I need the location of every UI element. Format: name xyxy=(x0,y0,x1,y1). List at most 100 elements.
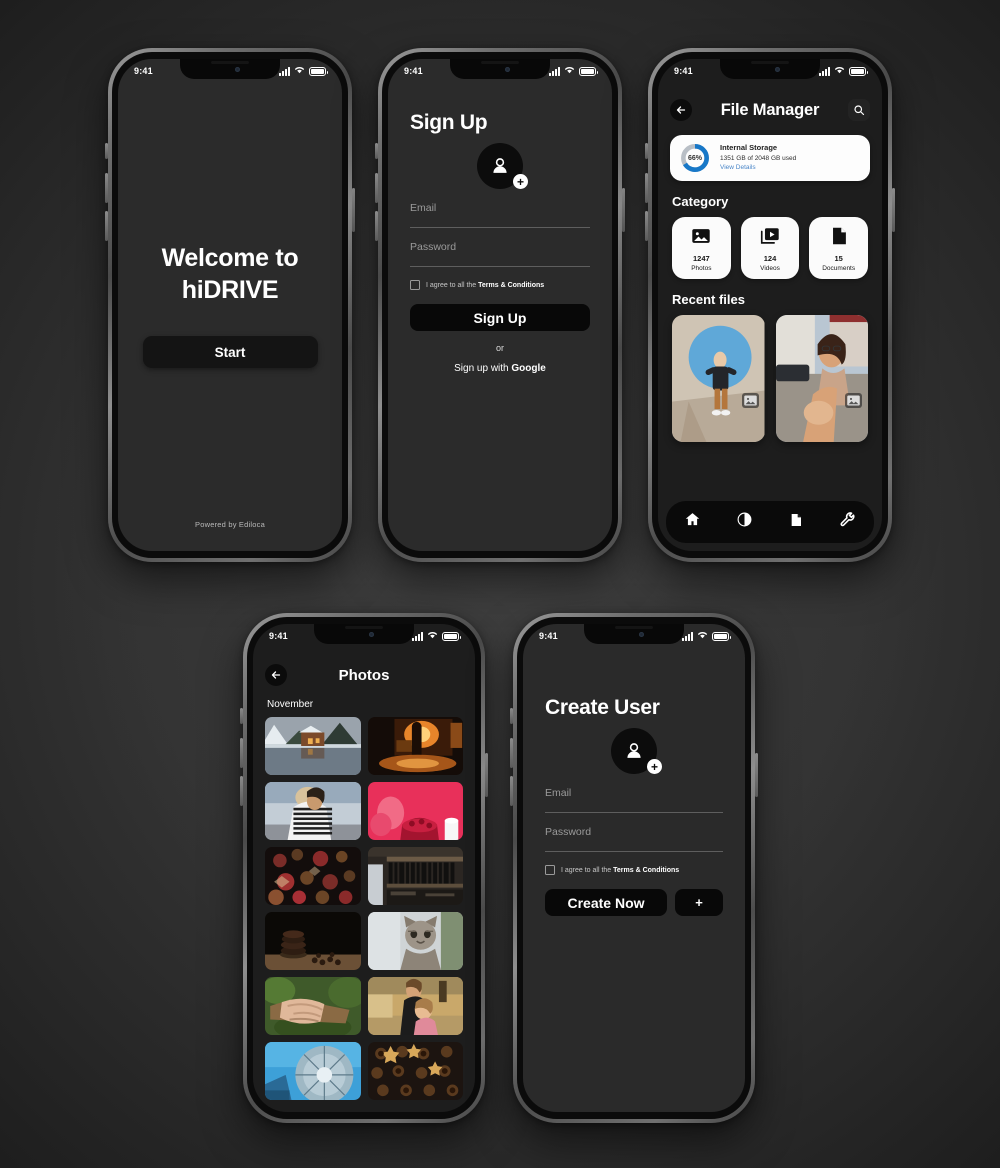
battery-icon xyxy=(849,67,868,76)
category-count: 15 xyxy=(834,253,843,263)
recent-files-row xyxy=(658,315,882,442)
email-field[interactable]: Email xyxy=(545,787,723,813)
google-brand: Google xyxy=(511,363,546,374)
phone-create-user: 9:41 Create User + Email Password I agre… xyxy=(510,613,758,1123)
email-label: Email xyxy=(410,202,437,214)
photo-cell[interactable] xyxy=(367,847,463,905)
wifi-icon xyxy=(564,65,575,76)
back-arrow-icon[interactable] xyxy=(670,99,692,121)
search-icon[interactable] xyxy=(848,99,870,121)
wifi-icon xyxy=(294,65,305,76)
email-underline xyxy=(410,227,590,228)
terms-prefix: I agree to all the xyxy=(426,281,479,289)
terms-link[interactable]: Terms & Conditions xyxy=(613,867,679,874)
category-row: 1247 Photos 124 Videos 15 Documents xyxy=(658,217,882,279)
photos-grid xyxy=(253,710,475,1100)
google-prefix: Sign up with xyxy=(454,363,512,374)
terms-checkbox[interactable] xyxy=(410,280,420,290)
status-time: 9:41 xyxy=(539,630,558,641)
password-field[interactable]: Password xyxy=(545,826,723,852)
terms-link[interactable]: Terms & Conditions xyxy=(478,282,544,289)
terms-row[interactable]: I agree to all the Terms & Conditions xyxy=(410,280,590,290)
status-time: 9:41 xyxy=(674,65,693,76)
photo-cell[interactable] xyxy=(265,782,361,840)
create-user-actions: Create Now + xyxy=(545,889,723,916)
document-icon xyxy=(788,512,804,533)
wrench-icon xyxy=(840,511,856,533)
page-title: File Manager xyxy=(720,100,820,119)
email-underline xyxy=(545,812,723,813)
tab-storage[interactable] xyxy=(729,507,759,537)
terms-prefix: I agree to all the xyxy=(561,866,614,874)
photo-cell[interactable] xyxy=(265,847,361,905)
storage-name: Internal Storage xyxy=(720,143,778,153)
photo-cell[interactable] xyxy=(367,1042,463,1100)
photo-cell[interactable] xyxy=(265,977,361,1035)
add-user-button[interactable]: + xyxy=(675,889,723,916)
photo-cell[interactable] xyxy=(367,782,463,840)
wifi-icon xyxy=(697,630,708,641)
password-field[interactable]: Password xyxy=(410,241,590,267)
photo-cell[interactable] xyxy=(265,912,361,970)
wifi-icon xyxy=(834,65,845,76)
terms-text: I agree to all the Terms & Conditions xyxy=(561,867,679,874)
photo-cell[interactable] xyxy=(367,717,463,775)
status-time: 9:41 xyxy=(404,65,423,76)
category-tile-videos[interactable]: 124 Videos xyxy=(740,217,800,279)
storage-usage: 1351 GB of 2048 GB used xyxy=(720,155,797,163)
category-heading: Category xyxy=(672,194,729,209)
add-badge-icon: + xyxy=(513,174,528,189)
page-title: Welcome to hiDRIVE xyxy=(161,244,299,304)
tab-tools[interactable] xyxy=(833,507,863,537)
photos-month-header: November xyxy=(267,699,314,710)
document-icon xyxy=(828,225,850,252)
category-tile-photos[interactable]: 1247 Photos xyxy=(672,217,731,279)
photo-cell[interactable] xyxy=(367,977,463,1035)
phone-photos: 9:41 Photos November xyxy=(240,613,488,1123)
image-icon xyxy=(690,225,712,252)
storage-percent-label: 66% xyxy=(687,154,702,162)
signal-bars-icon xyxy=(279,67,290,76)
status-time: 9:41 xyxy=(269,630,288,641)
battery-icon xyxy=(712,632,731,641)
tab-home[interactable] xyxy=(677,507,707,537)
signup-with-google-link[interactable]: Sign up with Google xyxy=(410,363,590,374)
video-icon xyxy=(759,225,781,252)
battery-icon xyxy=(309,67,328,76)
email-label: Email xyxy=(545,787,572,799)
phone-file-manager: 9:41 File Manager 66% Internal Storage 1… xyxy=(645,48,895,562)
phone-notch xyxy=(450,59,550,79)
photo-cell[interactable] xyxy=(367,912,463,970)
recent-file-thumbnail[interactable] xyxy=(672,315,765,442)
page-title: Create User xyxy=(545,696,660,719)
signal-bars-icon xyxy=(682,632,693,641)
recent-file-thumbnail[interactable] xyxy=(775,315,868,442)
bottom-tab-bar xyxy=(666,501,874,543)
signup-submit-button[interactable]: Sign Up xyxy=(410,304,590,331)
add-user-avatar-icon[interactable]: + xyxy=(611,728,662,774)
create-now-button[interactable]: Create Now xyxy=(545,889,667,916)
file-manager-screen: File Manager 66% Internal Storage 1351 G… xyxy=(658,59,882,551)
terms-row[interactable]: I agree to all the Terms & Conditions xyxy=(545,865,723,875)
storage-card[interactable]: 66% Internal Storage 1351 GB of 2048 GB … xyxy=(670,135,870,181)
welcome-screen: Welcome to hiDRIVE Start xyxy=(118,59,342,551)
photos-screen: Photos November xyxy=(253,624,475,1112)
category-label: Photos xyxy=(691,264,712,272)
signal-bars-icon xyxy=(819,67,830,76)
tab-files[interactable] xyxy=(781,507,811,537)
category-count: 1247 xyxy=(692,253,710,263)
email-field[interactable]: Email xyxy=(410,202,590,228)
phone-notch xyxy=(584,624,684,644)
status-time: 9:41 xyxy=(134,65,153,76)
start-button[interactable]: Start xyxy=(142,336,318,368)
view-details-link[interactable]: View Details xyxy=(720,163,796,172)
terms-checkbox[interactable] xyxy=(545,865,555,875)
create-user-screen: Create User + Email Password I agree to … xyxy=(523,624,745,1112)
category-tile-documents[interactable]: 15 Documents xyxy=(809,217,869,279)
powered-by-label: Powered by Ediloca xyxy=(195,520,265,529)
photo-cell[interactable] xyxy=(265,1042,361,1100)
recent-files-heading: Recent files xyxy=(672,292,745,307)
photo-cell[interactable] xyxy=(265,717,361,775)
wifi-icon xyxy=(427,630,438,641)
add-user-avatar-icon[interactable]: + xyxy=(477,143,528,189)
